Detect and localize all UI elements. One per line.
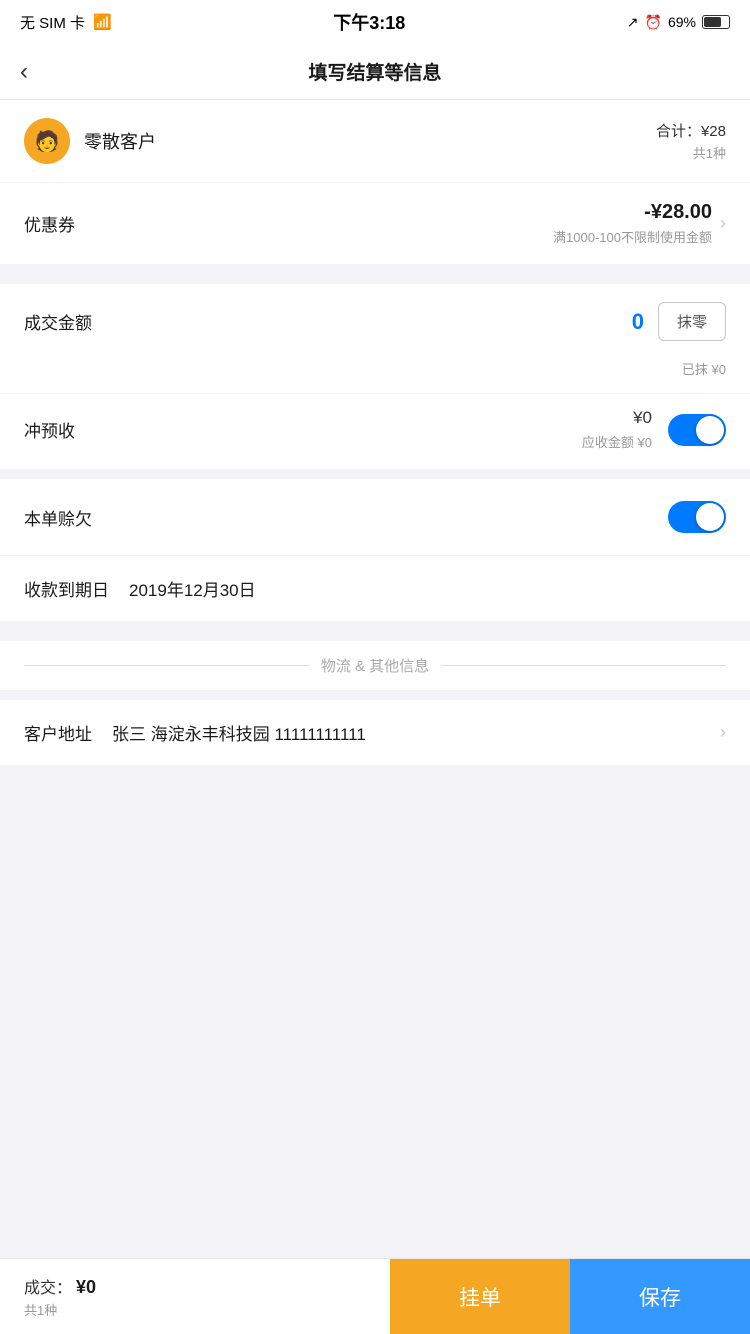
divider-left — [24, 665, 309, 666]
debit-toggle[interactable] — [668, 501, 726, 533]
pending-button[interactable]: 挂单 — [390, 1259, 570, 1334]
divider-right — [441, 665, 726, 666]
status-time: 下午3:18 — [333, 9, 405, 35]
location-icon: ↗ — [627, 14, 639, 31]
debit-label: 本单赊欠 — [24, 505, 92, 530]
avatar: 🧑 — [24, 118, 70, 164]
status-right: ↗ ⏰ 69% — [627, 14, 730, 31]
bottom-left: 成交： ¥0 共1种 — [0, 1274, 390, 1319]
toggle-knob — [696, 416, 724, 444]
logistics-header: 物流 & 其他信息 — [0, 641, 750, 690]
due-date-label: 收款到期日 — [24, 576, 109, 601]
deal-label: 成交金额 — [24, 309, 92, 334]
logistics-label: 物流 & 其他信息 — [321, 655, 429, 676]
separator-1 — [0, 274, 750, 284]
deal-sub: 已抹 ¥0 — [682, 362, 726, 377]
coupon-amount: -¥28.00 — [553, 201, 712, 224]
total-count: 共1种 — [656, 143, 726, 162]
chevron-right-icon: › — [720, 213, 726, 234]
bottom-count: 共1种 — [24, 1300, 366, 1319]
nav-bar: ‹ 填写结算等信息 — [0, 44, 750, 100]
total-label: 合计：¥28 — [656, 120, 726, 141]
deal-row: 成交金额 0 抹零 — [0, 284, 750, 359]
debit-toggle-knob — [696, 503, 724, 531]
customer-left: 🧑 零散客户 — [24, 118, 156, 164]
due-date-value: 2019年12月30日 — [129, 576, 256, 601]
bottom-deal-label: 成交： — [24, 1274, 72, 1298]
deal-section: 成交金额 0 抹零 已抹 ¥0 冲预收 ¥0 应收金额 ¥0 — [0, 284, 750, 469]
prepay-label: 冲预收 — [24, 417, 75, 442]
back-button[interactable]: ‹ — [20, 58, 28, 86]
prepay-row: 冲预收 ¥0 应收金额 ¥0 — [0, 393, 750, 469]
content-spacer — [0, 775, 750, 975]
address-row[interactable]: 客户地址 张三 海淀永丰科技园 11111111111 › — [0, 700, 750, 765]
separator-2 — [0, 469, 750, 479]
battery-icon — [702, 15, 730, 29]
prepay-toggle[interactable] — [668, 414, 726, 446]
due-date-row[interactable]: 收款到期日 2019年12月30日 — [0, 555, 750, 621]
page-title: 填写结算等信息 — [308, 58, 441, 85]
customer-name: 零散客户 — [84, 128, 156, 154]
coupon-desc: 满1000-100不限制使用金额 — [553, 227, 712, 246]
avatar-icon: 🧑 — [35, 129, 60, 154]
address-chevron-icon: › — [720, 722, 726, 743]
prepay-sub: 应收金额 ¥0 — [582, 432, 652, 451]
separator-3 — [0, 631, 750, 641]
round-button[interactable]: 抹零 — [658, 302, 726, 341]
address-label: 客户地址 — [24, 720, 92, 745]
coupon-right: -¥28.00 满1000-100不限制使用金额 — [553, 201, 712, 246]
customer-right: 合计：¥28 共1种 — [656, 120, 726, 162]
prepay-right: ¥0 应收金额 ¥0 — [582, 408, 652, 451]
bottom-deal-value: ¥0 — [76, 1277, 96, 1298]
battery-percent: 69% — [668, 14, 696, 30]
deal-value[interactable]: 0 — [632, 309, 644, 335]
alarm-icon: ⏰ — [645, 14, 662, 31]
address-value: 张三 海淀永丰科技园 11111111111 — [112, 720, 692, 745]
status-left: 无 SIM 卡 📶 — [20, 12, 112, 33]
coupon-label: 优惠券 — [24, 211, 75, 236]
save-button[interactable]: 保存 — [570, 1259, 750, 1334]
customer-section: 🧑 零散客户 合计：¥28 共1种 优惠券 -¥28.00 满1000-100不… — [0, 100, 750, 264]
wifi-icon: 📶 — [93, 13, 112, 31]
coupon-row[interactable]: 优惠券 -¥28.00 满1000-100不限制使用金额 › — [0, 182, 750, 264]
status-bar: 无 SIM 卡 📶 下午3:18 ↗ ⏰ 69% — [0, 0, 750, 44]
address-section: 客户地址 张三 海淀永丰科技园 11111111111 › — [0, 700, 750, 765]
debit-section: 本单赊欠 收款到期日 2019年12月30日 — [0, 479, 750, 621]
no-sim-text: 无 SIM 卡 — [20, 12, 85, 33]
prepay-amount: ¥0 — [633, 408, 652, 428]
bottom-bar: 成交： ¥0 共1种 挂单 保存 — [0, 1258, 750, 1334]
debit-row: 本单赊欠 — [0, 479, 750, 555]
customer-row: 🧑 零散客户 合计：¥28 共1种 — [0, 100, 750, 182]
logistics-section: 物流 & 其他信息 — [0, 641, 750, 690]
